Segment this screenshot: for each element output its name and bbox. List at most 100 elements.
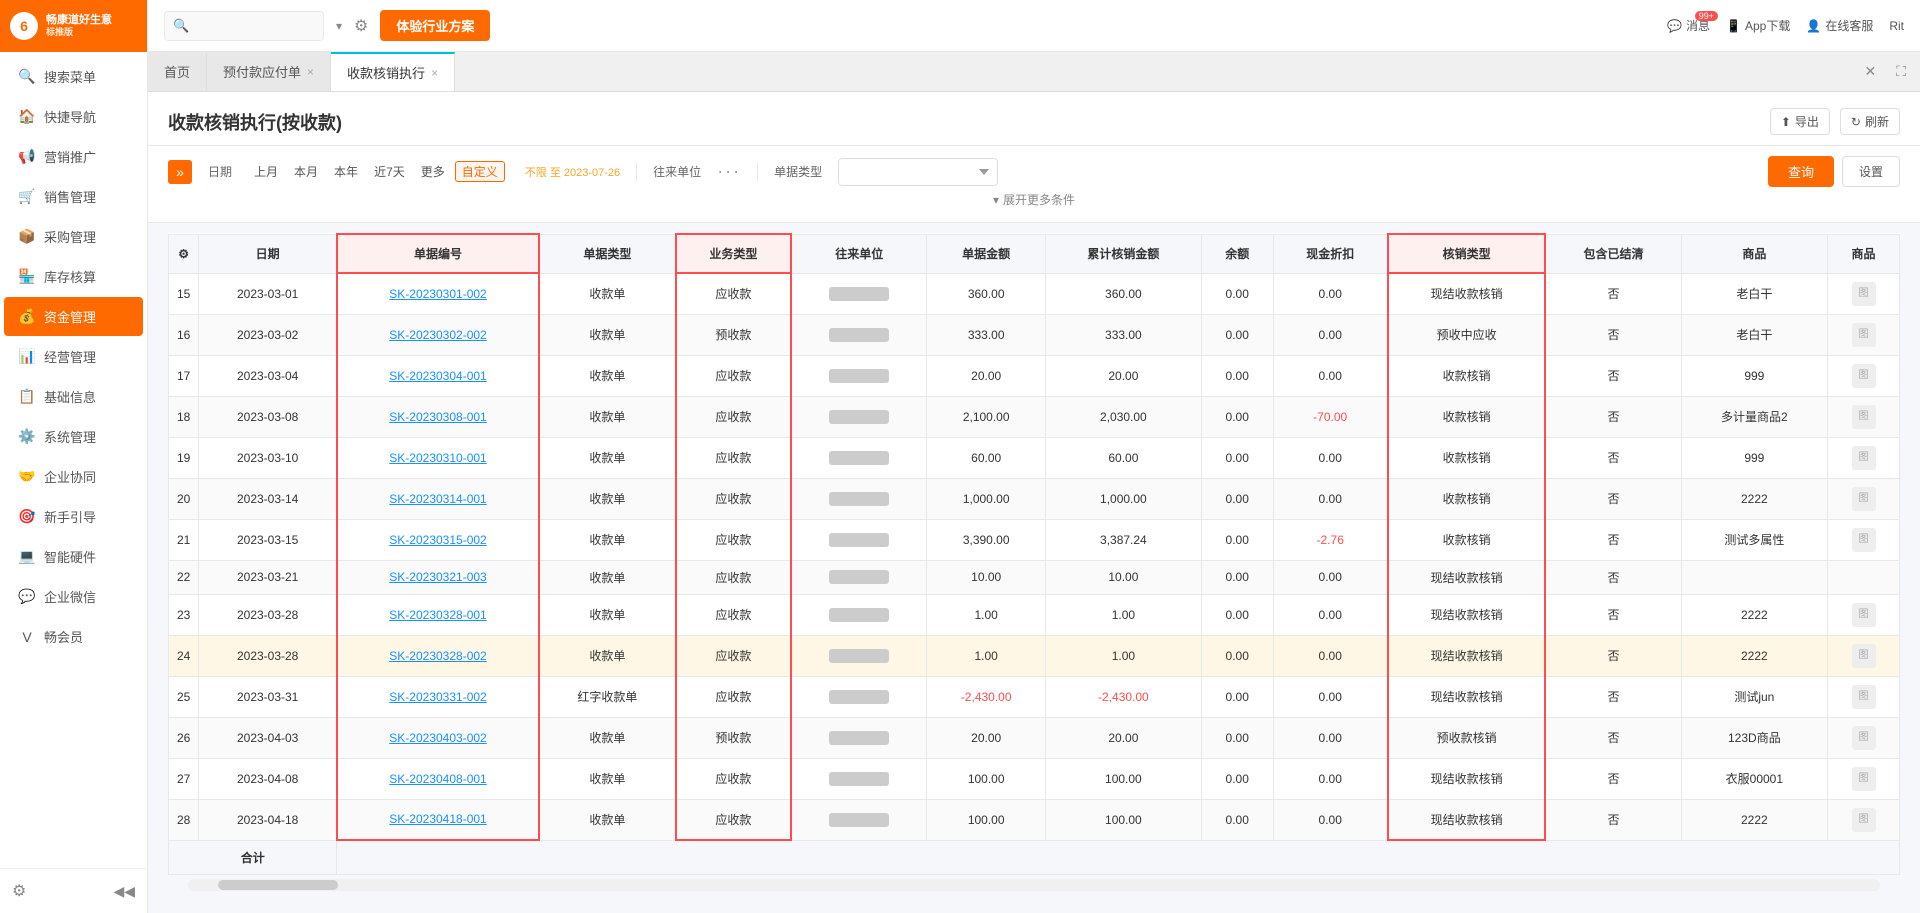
table-row: 26 2023-04-03 SK-20230403-002 收款单 预收款 20… <box>169 717 1900 758</box>
topbar-gear-icon[interactable]: ⚙ <box>354 16 368 36</box>
topbar-search-input[interactable] <box>193 19 313 33</box>
cell-product: 2222 <box>1681 478 1828 519</box>
tab-receipt-verify[interactable]: 收款核销执行 × <box>331 52 455 91</box>
cell-verified: 10.00 <box>1045 560 1201 594</box>
col-settings-header[interactable]: ⚙ <box>169 234 199 273</box>
bill-no-link[interactable]: SK-20230331-002 <box>389 690 486 704</box>
cell-discount: 0.00 <box>1273 799 1388 840</box>
refresh-button[interactable]: ↻ 刷新 <box>1840 108 1900 135</box>
col-product-header: 商品 <box>1681 234 1828 273</box>
cell-no: 28 <box>169 799 199 840</box>
online-service-button[interactable]: 👤 在线客服 <box>1806 17 1873 34</box>
bill-no-link[interactable]: SK-20230314-001 <box>389 492 486 506</box>
cell-balance: 0.00 <box>1201 273 1273 314</box>
bill-no-link[interactable]: SK-20230328-002 <box>389 649 486 663</box>
cell-partner <box>791 717 927 758</box>
date-btn-more[interactable]: 更多 <box>415 161 451 182</box>
cell-bill-no: SK-20230302-002 <box>337 314 539 355</box>
sidebar-item-finance[interactable]: 💰资金管理 <box>4 297 143 336</box>
user-name[interactable]: Rit <box>1889 19 1904 33</box>
app-download-button[interactable]: 📱 App下载 <box>1726 17 1790 34</box>
topbar-chevron-icon[interactable]: ▾ <box>336 19 342 33</box>
table-row: 22 2023-03-21 SK-20230321-003 收款单 应收款 10… <box>169 560 1900 594</box>
bill-no-link[interactable]: SK-20230301-002 <box>389 287 486 301</box>
cell-discount: 0.00 <box>1273 478 1388 519</box>
cell-biz-type: 应收款 <box>676 273 792 314</box>
date-btn-custom[interactable]: 自定义 <box>455 161 505 182</box>
date-filter-label: 日期 <box>208 163 232 180</box>
table-scroll-bar[interactable] <box>188 879 1880 891</box>
sidebar-gear-button[interactable]: ⚙ <box>4 877 34 905</box>
filter-expand-button[interactable]: » <box>168 160 192 184</box>
sidebar-item-operations[interactable]: 📊经营管理 <box>4 337 143 376</box>
sidebar-item-inventory[interactable]: 🏪库存核算 <box>4 257 143 296</box>
date-btn-this-year[interactable]: 本年 <box>328 161 364 182</box>
table-scroll-thumb[interactable] <box>218 880 338 890</box>
cell-balance: 0.00 <box>1201 717 1273 758</box>
tab-receipt-close-icon[interactable]: × <box>431 66 438 80</box>
sidebar-collapse-button[interactable]: ◀◀ <box>105 879 143 904</box>
tab-prepay-close-icon[interactable]: × <box>307 65 314 79</box>
bill-no-link[interactable]: SK-20230304-001 <box>389 369 486 383</box>
table-row: 20 2023-03-14 SK-20230314-001 收款单 应收款 1,… <box>169 478 1900 519</box>
bill-no-link[interactable]: SK-20230315-002 <box>389 533 486 547</box>
bill-no-link[interactable]: SK-20230408-001 <box>389 772 486 786</box>
close-tab-button[interactable]: ✕ <box>1858 61 1882 82</box>
bill-no-link[interactable]: SK-20230403-002 <box>389 731 486 745</box>
bill-no-link[interactable]: SK-20230310-001 <box>389 451 486 465</box>
bill-no-link[interactable]: SK-20230302-002 <box>389 328 486 342</box>
cell-partner <box>791 676 927 717</box>
table-row: 18 2023-03-08 SK-20230308-001 收款单 应收款 2,… <box>169 396 1900 437</box>
sidebar-item-vip[interactable]: V畅会员 <box>4 617 143 656</box>
cell-biz-type: 应收款 <box>676 758 792 799</box>
bill-no-link[interactable]: SK-20230328-001 <box>389 608 486 622</box>
cell-bill-no: SK-20230328-001 <box>337 594 539 635</box>
cell-product: 2222 <box>1681 799 1828 840</box>
cell-no: 16 <box>169 314 199 355</box>
logo-icon: 6 <box>10 12 38 40</box>
cell-product <box>1681 560 1828 594</box>
sidebar-item-purchase[interactable]: 📦采购管理 <box>4 217 143 256</box>
cell-settled: 否 <box>1545 594 1681 635</box>
cell-no: 27 <box>169 758 199 799</box>
messages-button[interactable]: 💬 消息 99+ <box>1667 17 1710 34</box>
sidebar-item-sales[interactable]: 🛒销售管理 <box>4 177 143 216</box>
cell-settled: 否 <box>1545 314 1681 355</box>
sidebar-item-wx-biz[interactable]: 💬企业微信 <box>4 577 143 616</box>
sidebar-item-search-menu[interactable]: 🔍搜索菜单 <box>4 57 143 96</box>
partner-blurred <box>829 369 889 383</box>
sidebar-item-enterprise[interactable]: 🤝企业协同 <box>4 457 143 496</box>
cell-settled: 否 <box>1545 635 1681 676</box>
date-btn-last-month[interactable]: 上月 <box>248 161 284 182</box>
cell-bill-type: 收款单 <box>539 519 676 560</box>
sidebar-item-basic-info[interactable]: 📋基础信息 <box>4 377 143 416</box>
cell-date: 2023-03-14 <box>199 478 337 519</box>
sidebar-item-beginner[interactable]: 🎯新手引导 <box>4 497 143 536</box>
settings-button[interactable]: 设置 <box>1842 156 1900 187</box>
bill-no-link[interactable]: SK-20230321-003 <box>389 570 486 584</box>
sidebar-item-quick-nav[interactable]: 🏠快捷导航 <box>4 97 143 136</box>
col-discount-header: 现金折扣 <box>1273 234 1388 273</box>
bill-no-link[interactable]: SK-20230418-001 <box>389 812 486 826</box>
tab-prepay-bill[interactable]: 预付款应付单 × <box>207 52 331 91</box>
sidebar-item-system[interactable]: ⚙️系统管理 <box>4 417 143 456</box>
bill-type-select[interactable] <box>838 158 998 186</box>
export-button[interactable]: ⬆ 导出 <box>1770 108 1830 135</box>
solution-button[interactable]: 体验行业方案 <box>380 10 490 41</box>
cell-product: 老白干 <box>1681 273 1828 314</box>
cell-date: 2023-04-08 <box>199 758 337 799</box>
date-btn-7days[interactable]: 近7天 <box>368 161 411 182</box>
expand-more-conditions[interactable]: ▾ 展开更多条件 <box>168 187 1900 212</box>
cell-discount: 0.00 <box>1273 355 1388 396</box>
topbar-search-wrapper[interactable]: 🔍 <box>164 11 324 41</box>
cell-date: 2023-04-18 <box>199 799 337 840</box>
cell-verify-type: 收款核销 <box>1388 396 1546 437</box>
date-btn-this-month[interactable]: 本月 <box>288 161 324 182</box>
sidebar-item-marketing[interactable]: 📢营销推广 <box>4 137 143 176</box>
sidebar-item-smart-hw[interactable]: 💻智能硬件 <box>4 537 143 576</box>
partner-blurred <box>829 492 889 506</box>
bill-no-link[interactable]: SK-20230308-001 <box>389 410 486 424</box>
tab-home[interactable]: 首页 <box>148 52 207 91</box>
restore-tab-button[interactable]: ⛶ <box>1890 61 1912 82</box>
query-button[interactable]: 查询 <box>1768 156 1834 187</box>
